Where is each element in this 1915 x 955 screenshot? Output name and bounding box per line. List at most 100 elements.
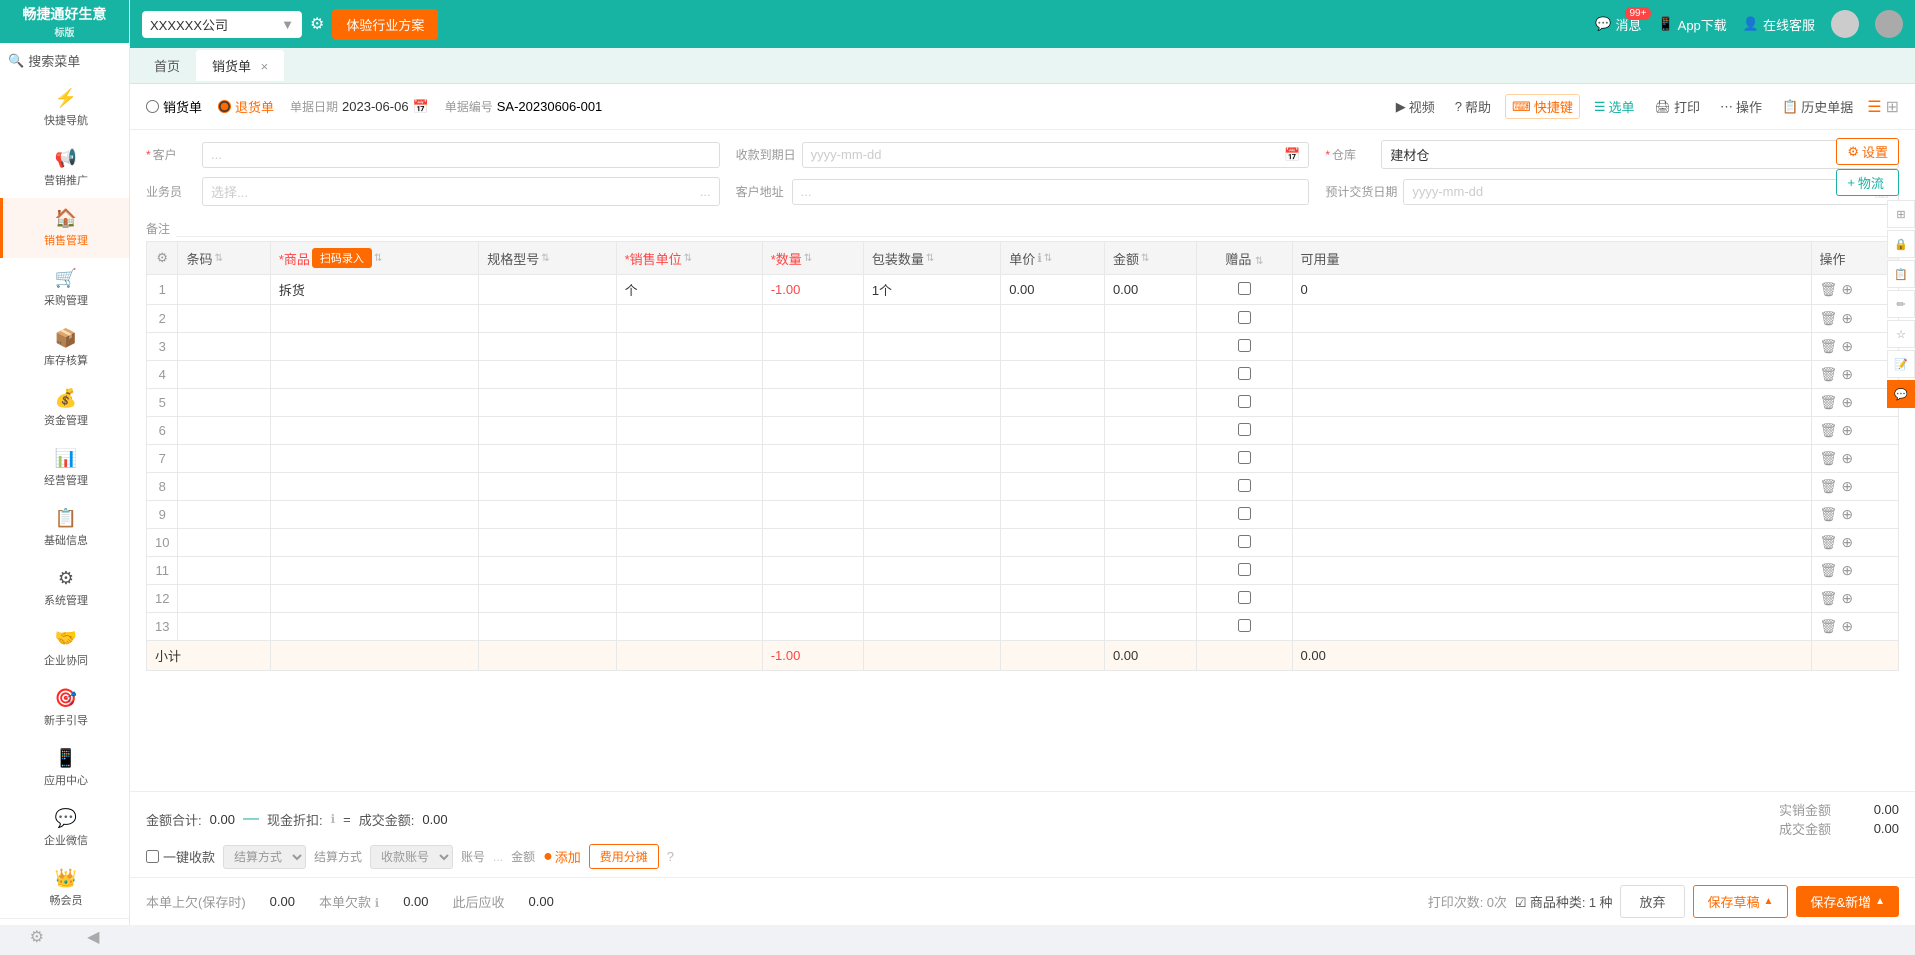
cell-pack-qty[interactable] [863, 445, 1000, 473]
delete-row-button[interactable]: 🗑 [1820, 281, 1838, 298]
cell-amount[interactable] [1104, 305, 1196, 333]
sidebar-item-marketing[interactable]: 📢 营销推广 [0, 138, 129, 198]
cell-spec[interactable] [479, 613, 616, 641]
add-payment-button[interactable]: ● 添加 [543, 847, 581, 866]
cell-amount[interactable] [1104, 473, 1196, 501]
gift-checkbox[interactable] [1238, 367, 1251, 380]
cell-product[interactable] [270, 333, 478, 361]
cell-spec[interactable] [479, 417, 616, 445]
cell-pack-qty[interactable] [863, 613, 1000, 641]
form-settings-button[interactable]: ⚙ 设置 [1836, 138, 1899, 165]
cell-amount[interactable] [1104, 613, 1196, 641]
unit-sort-icon[interactable]: ⇅ [684, 253, 692, 264]
sidebar-item-guide[interactable]: 🎯 新手引导 [0, 678, 129, 738]
cell-amount[interactable] [1104, 501, 1196, 529]
cell-gift[interactable] [1197, 417, 1292, 445]
delete-row-button[interactable]: 🗑 [1820, 338, 1838, 355]
cell-barcode[interactable] [178, 417, 270, 445]
save-new-button[interactable]: 保存&新增 ▲ [1796, 886, 1899, 917]
cell-unit[interactable] [616, 473, 762, 501]
payment-checkbox[interactable]: 一键收款 [146, 847, 215, 866]
gift-checkbox[interactable] [1238, 591, 1251, 604]
rf-btn-6[interactable]: 📝 [1887, 350, 1915, 378]
due-date-calendar-icon[interactable]: 📅 [1284, 147, 1300, 163]
cell-spec[interactable] [479, 557, 616, 585]
sidebar-collapse-icon[interactable]: ◀ [87, 927, 99, 947]
info-icon2[interactable]: ℹ [375, 896, 380, 910]
cell-qty[interactable] [762, 501, 863, 529]
radio-sale-input[interactable] [146, 100, 159, 113]
expense-help-icon[interactable]: ? [667, 849, 674, 864]
cell-amount[interactable] [1104, 445, 1196, 473]
cell-pack-qty[interactable] [863, 389, 1000, 417]
payment-checkbox-input[interactable] [146, 850, 159, 863]
cell-barcode[interactable] [178, 501, 270, 529]
cell-unit[interactable] [616, 389, 762, 417]
copy-row-button[interactable]: ⊕ [1841, 534, 1853, 551]
sidebar-item-corp[interactable]: 🤝 企业协同 [0, 618, 129, 678]
cell-unit[interactable] [616, 529, 762, 557]
sidebar-item-search[interactable]: 🔍 搜索菜单 [0, 43, 129, 78]
cell-qty[interactable] [762, 613, 863, 641]
copy-row-button[interactable]: ⊕ [1841, 338, 1853, 355]
cell-gift[interactable] [1197, 529, 1292, 557]
cell-amount[interactable] [1104, 585, 1196, 613]
sidebar-item-quick-nav[interactable]: ⚡ 快捷导航 [0, 78, 129, 138]
cell-barcode[interactable] [178, 305, 270, 333]
cell-barcode[interactable] [178, 389, 270, 417]
gift-checkbox[interactable] [1238, 535, 1251, 548]
cell-spec[interactable] [479, 333, 616, 361]
cell-qty[interactable] [762, 417, 863, 445]
sidebar-item-system[interactable]: ⚙ 系统管理 [0, 558, 129, 618]
cell-pack-qty[interactable] [863, 305, 1000, 333]
cell-spec[interactable] [479, 529, 616, 557]
sidebar-item-wechat[interactable]: 💬 企业微信 [0, 798, 129, 858]
gift-checkbox[interactable] [1238, 507, 1251, 520]
rf-btn-5[interactable]: ☆ [1887, 320, 1915, 348]
cell-spec[interactable] [479, 389, 616, 417]
cell-spec[interactable] [479, 445, 616, 473]
cell-amount[interactable] [1104, 361, 1196, 389]
cell-amount[interactable] [1104, 557, 1196, 585]
cell-unit-price[interactable] [1001, 389, 1105, 417]
cell-pack-qty[interactable] [863, 529, 1000, 557]
copy-row-button[interactable]: ⊕ [1841, 562, 1853, 579]
cell-product[interactable] [270, 417, 478, 445]
cell-qty[interactable] [762, 389, 863, 417]
cell-barcode[interactable] [178, 445, 270, 473]
cell-unit-price[interactable] [1001, 305, 1105, 333]
delete-row-button[interactable]: 🗑 [1820, 562, 1838, 579]
tab-close-icon[interactable]: × [261, 59, 269, 74]
toolbar-shortcut[interactable]: ⌨ 快捷键 [1505, 94, 1580, 119]
toolbar-video[interactable]: ▶ 视频 [1390, 94, 1441, 119]
cell-product[interactable] [270, 361, 478, 389]
rf-btn-2[interactable]: 🔒 [1887, 230, 1915, 258]
cell-unit[interactable] [616, 361, 762, 389]
cell-barcode[interactable] [178, 473, 270, 501]
cell-barcode[interactable] [178, 333, 270, 361]
tab-sale-order[interactable]: 销货单 × [196, 50, 284, 81]
rf-btn-3[interactable]: 📋 [1887, 260, 1915, 288]
cell-gift[interactable] [1197, 445, 1292, 473]
pack-qty-sort-icon[interactable]: ⇅ [926, 253, 934, 264]
cell-qty[interactable] [762, 361, 863, 389]
cell-gift[interactable] [1197, 275, 1292, 305]
gift-checkbox[interactable] [1238, 339, 1251, 352]
online-service-item[interactable]: 👤 在线客服 [1743, 15, 1815, 34]
cell-pack-qty[interactable] [863, 473, 1000, 501]
radio-sale[interactable]: 销货单 [146, 97, 202, 116]
cell-unit-price[interactable] [1001, 613, 1105, 641]
rf-btn-4[interactable]: ✏ [1887, 290, 1915, 318]
cell-gift[interactable] [1197, 613, 1292, 641]
cell-barcode[interactable] [178, 529, 270, 557]
trial-button[interactable]: 体验行业方案 [332, 9, 438, 40]
cell-pack-qty[interactable] [863, 333, 1000, 361]
app-download-item[interactable]: 📱 App下载 [1657, 15, 1726, 34]
delete-row-button[interactable]: 🗑 [1820, 394, 1838, 411]
cell-product[interactable] [270, 473, 478, 501]
cell-amount[interactable] [1104, 417, 1196, 445]
gift-sort-icon[interactable]: ⇅ [1255, 256, 1263, 267]
cell-unit[interactable] [616, 333, 762, 361]
copy-row-button[interactable]: ⊕ [1841, 478, 1853, 495]
customer-input[interactable]: ... [202, 142, 720, 168]
